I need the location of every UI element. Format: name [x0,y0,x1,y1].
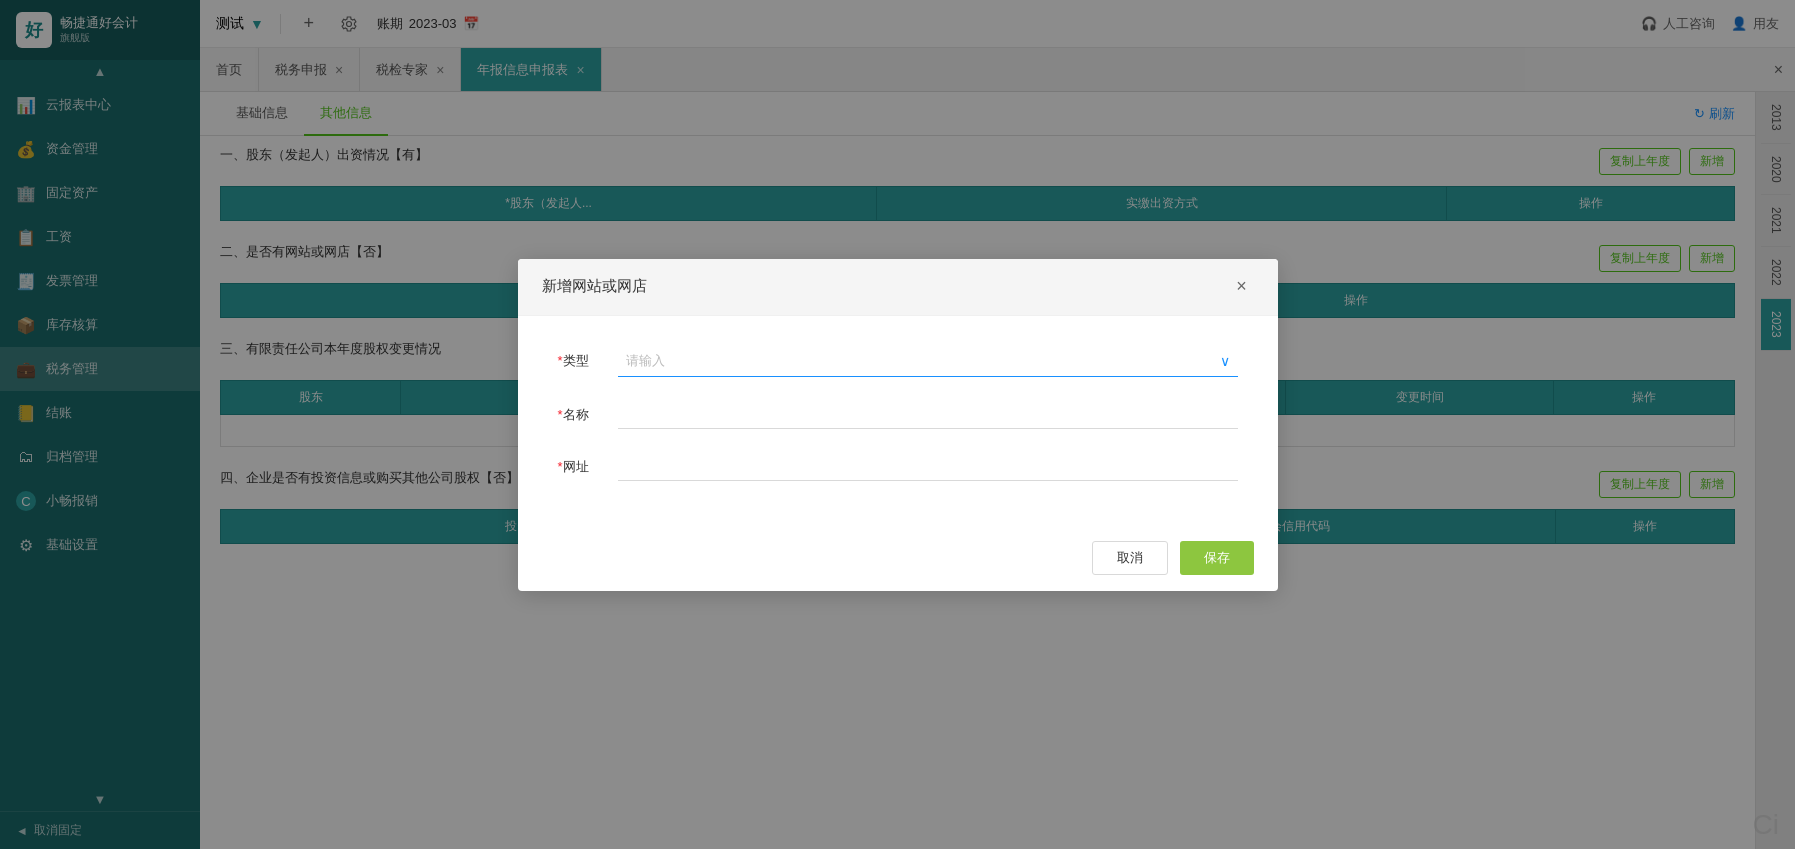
add-website-modal: 新增网站或网店 × *类型 请输入 ∨ *名称 [518,259,1278,591]
cancel-button[interactable]: 取消 [1092,541,1168,575]
form-item-name: *名称 [558,401,1238,429]
type-select[interactable]: 请输入 ∨ [618,346,1238,377]
name-input[interactable] [618,401,1238,429]
url-input[interactable] [618,453,1238,481]
type-placeholder: 请输入 [626,352,1220,370]
type-label: *类型 [558,352,618,370]
modal-close-button[interactable]: × [1230,275,1254,299]
name-label: *名称 [558,406,618,424]
type-dropdown-arrow-icon: ∨ [1220,353,1230,369]
form-item-type: *类型 请输入 ∨ [558,346,1238,377]
url-label: *网址 [558,458,618,476]
save-button[interactable]: 保存 [1180,541,1254,575]
form-item-url: *网址 [558,453,1238,481]
modal-title: 新增网站或网店 [542,277,647,296]
modal-overlay: 新增网站或网店 × *类型 请输入 ∨ *名称 [0,0,1795,849]
modal-header: 新增网站或网店 × [518,259,1278,316]
modal-footer: 取消 保存 [518,525,1278,591]
modal-body: *类型 请输入 ∨ *名称 *网址 [518,316,1278,525]
